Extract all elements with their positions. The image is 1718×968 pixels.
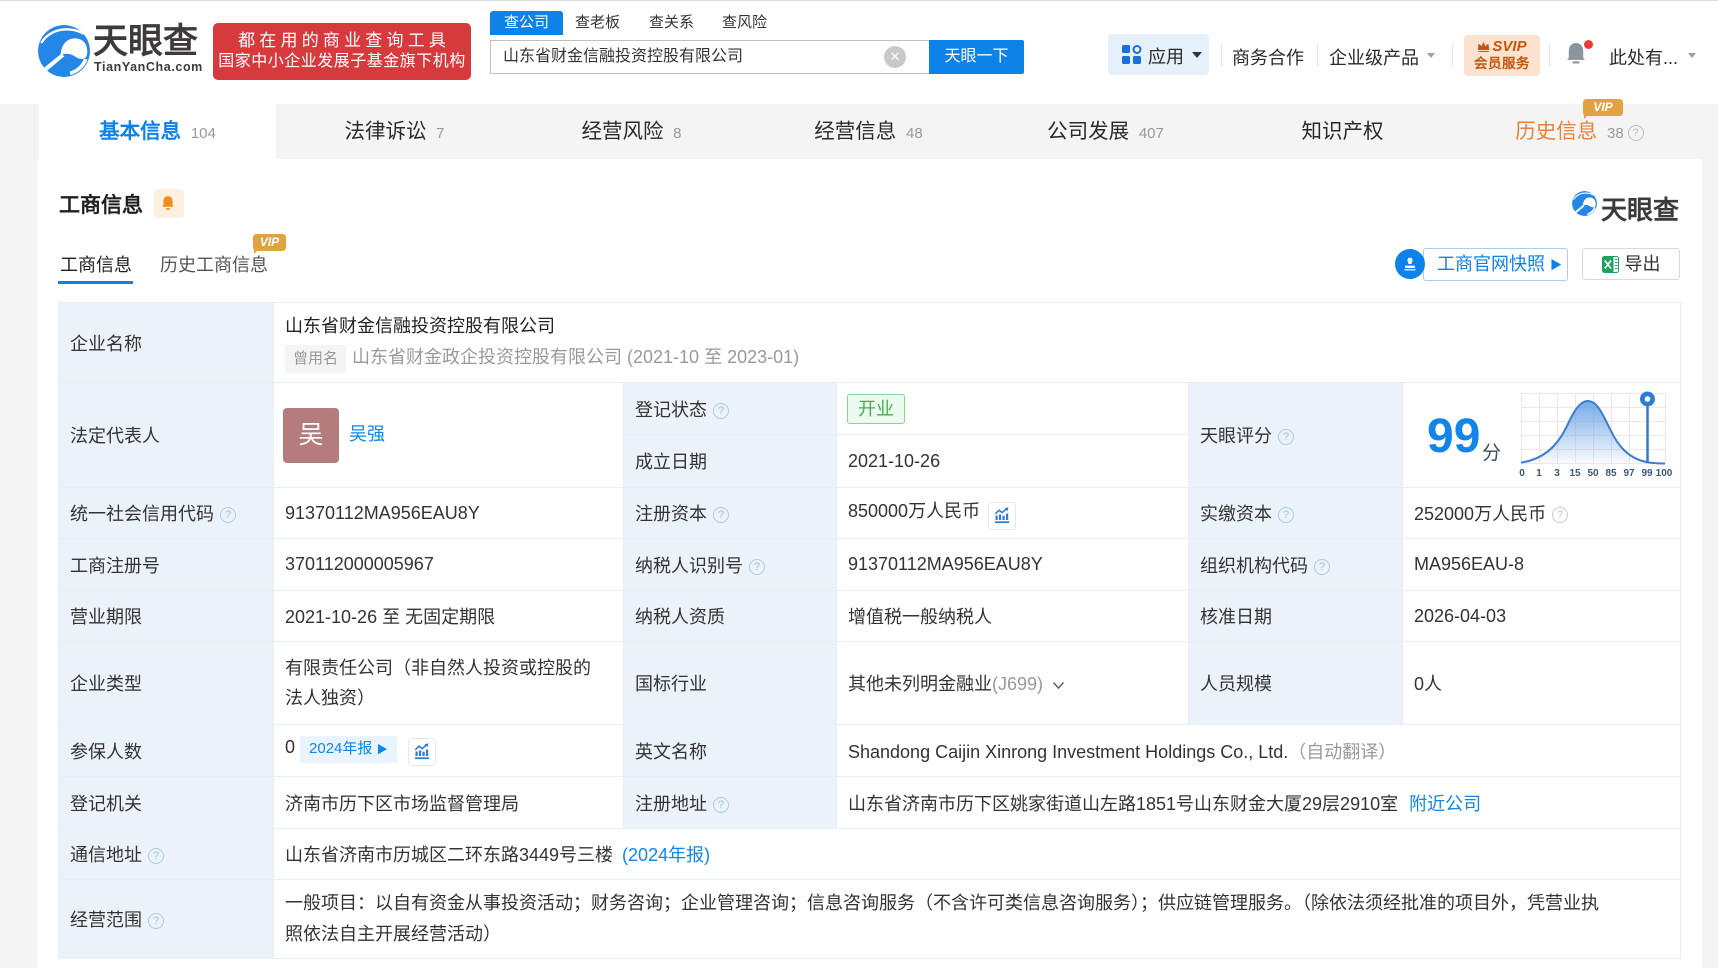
svg-text:0: 0 (1519, 468, 1525, 479)
svg-text:97: 97 (1623, 468, 1635, 479)
svg-text:1: 1 (1536, 468, 1542, 479)
svg-text:99: 99 (1641, 468, 1653, 479)
svg-text:100: 100 (1656, 468, 1673, 479)
svg-text:85: 85 (1605, 468, 1617, 479)
svg-text:15: 15 (1569, 468, 1581, 479)
svg-text:50: 50 (1587, 468, 1599, 479)
svg-text:3: 3 (1554, 468, 1560, 479)
